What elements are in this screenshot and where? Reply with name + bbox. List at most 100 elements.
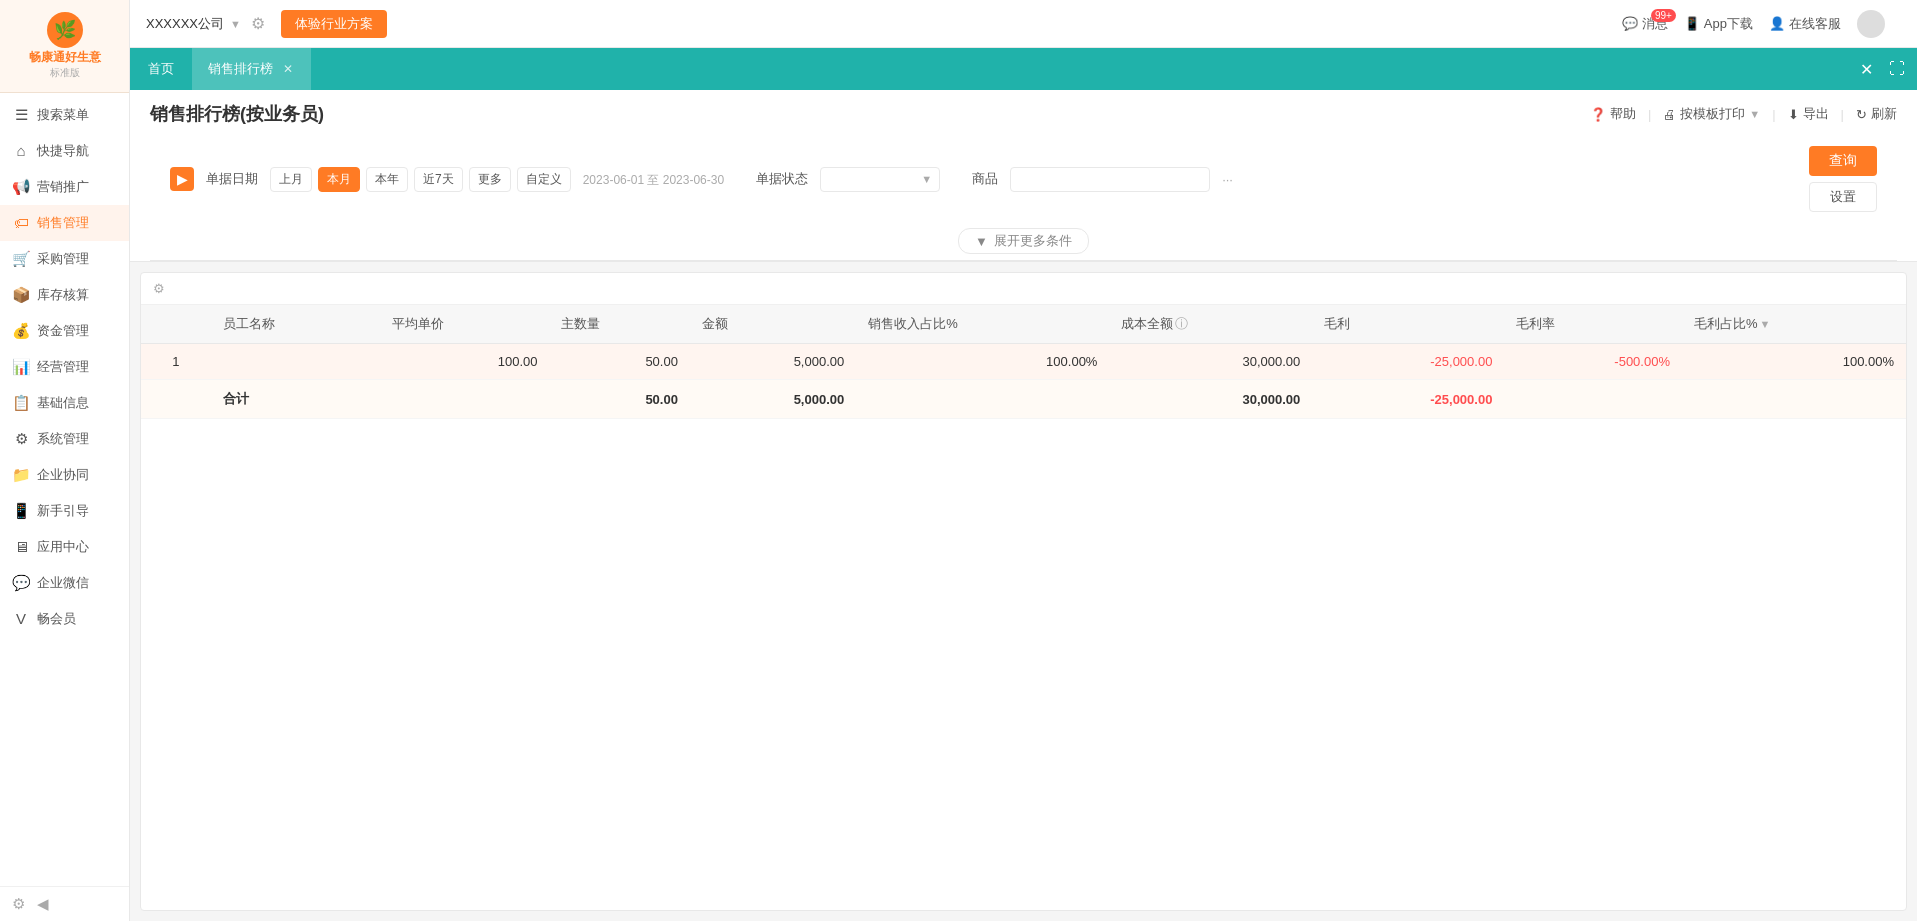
footer-td-2 xyxy=(380,380,549,419)
online-service-btn[interactable]: 👤 在线客服 xyxy=(1769,15,1841,33)
filter-settings-btn[interactable]: 设置 xyxy=(1809,182,1877,212)
gross-pct-filter-icon[interactable]: ▼ xyxy=(1760,318,1771,330)
sidebar-item-search[interactable]: ☰搜索菜单 xyxy=(0,97,129,133)
sidebar-icon-sales: 🏷 xyxy=(12,214,30,231)
sidebar-label-member: 畅会员 xyxy=(37,610,76,628)
sidebar-item-collab[interactable]: 📁企业协同 xyxy=(0,457,129,493)
company-name: XXXXXX公司 xyxy=(146,15,224,33)
sidebar-item-finance[interactable]: 💰资金管理 xyxy=(0,313,129,349)
tab-home[interactable]: 首页 xyxy=(130,48,192,90)
sidebar-item-marketing[interactable]: 📢营销推广 xyxy=(0,169,129,205)
tab-maximize-icon[interactable]: ⛶ xyxy=(1885,56,1909,82)
print-btn[interactable]: 🖨 按模板打印 ▼ xyxy=(1663,105,1760,123)
sidebar-label-finance: 资金管理 xyxy=(37,322,89,340)
date-btn-3[interactable]: 近7天 xyxy=(414,167,463,192)
th-amount: 金额 xyxy=(690,305,856,344)
help-btn[interactable]: ❓ 帮助 xyxy=(1590,105,1636,123)
sidebar-icon-member: V xyxy=(12,610,30,627)
tab-close-window-icon[interactable]: ✕ xyxy=(1856,56,1877,83)
td-cost_amount: 30,000.00 xyxy=(1109,344,1312,380)
sidebar-item-appstore[interactable]: 🖥应用中心 xyxy=(0,529,129,565)
expand-conditions-btn[interactable]: ▼ 展开更多条件 xyxy=(958,228,1089,254)
date-filter-group: 上月本月本年近7天更多自定义 xyxy=(270,167,571,192)
table-footer: 合计50.005,000.0030,000.00-25,000.00 xyxy=(141,380,1906,419)
tab-label: 销售排行榜 xyxy=(208,60,273,78)
sidebar-logo: 🌿 畅康通好生意 标准版 xyxy=(0,0,129,93)
trial-btn[interactable]: 体验行业方案 xyxy=(281,10,387,38)
refresh-label: 刷新 xyxy=(1871,105,1897,123)
td-gross_pct: 100.00% xyxy=(1682,344,1906,380)
filter-toggle-btn[interactable]: ▶ xyxy=(170,167,194,191)
print-label: 按模板打印 xyxy=(1680,105,1745,123)
message-btn[interactable]: 💬 消息 99+ xyxy=(1622,15,1668,33)
td-gross_rate: -500.00% xyxy=(1504,344,1682,380)
sidebar-item-sales[interactable]: 🏷 销售管理 xyxy=(0,205,129,241)
sidebar-icon-wechat: 💬 xyxy=(12,574,30,592)
settings-icon[interactable]: ⚙ xyxy=(12,895,25,913)
app-icon: 📱 xyxy=(1684,16,1700,31)
sidebar-item-guide[interactable]: 📱新手引导 xyxy=(0,493,129,529)
th-rank xyxy=(141,305,211,344)
date-btn-5[interactable]: 自定义 xyxy=(517,167,571,192)
goods-input[interactable] xyxy=(1010,167,1210,192)
page-header: 销售排行榜(按业务员) ❓ 帮助 | 🖨 按模板打印 ▼ | ⬇ xyxy=(130,90,1917,262)
tab-close-btn[interactable]: ✕ xyxy=(281,60,295,78)
status-select[interactable] xyxy=(820,167,940,192)
date-range: 2023-06-01 至 2023-06-30 xyxy=(583,172,724,189)
topbar-settings-icon[interactable]: ⚙ xyxy=(251,14,265,33)
sidebar-icon-inventory: 📦 xyxy=(12,286,30,304)
sidebar-icon-guide: 📱 xyxy=(12,502,30,520)
date-btn-1[interactable]: 本月 xyxy=(318,167,360,192)
table-footer-row: 合计50.005,000.0030,000.00-25,000.00 xyxy=(141,380,1906,419)
goods-filter-label: 商品 xyxy=(972,170,998,188)
th-cost_amount: 成本全额ⓘ xyxy=(1109,305,1312,344)
sidebar-icon-appstore: 🖥 xyxy=(12,538,30,555)
footer-td-3: 50.00 xyxy=(549,380,689,419)
company-arrow-icon: ▼ xyxy=(230,18,241,30)
sidebar-label-purchase: 采购管理 xyxy=(37,250,89,268)
sidebar-label-sales: 销售管理 xyxy=(37,214,89,232)
app-download-btn[interactable]: 📱 App下载 xyxy=(1684,15,1753,33)
main-area: XXXXXX公司 ▼ ⚙ 体验行业方案 💬 消息 99+ 📱 App下载 👤 在… xyxy=(130,0,1917,921)
sidebar-icon-system: ⚙ xyxy=(12,430,30,448)
service-label: 在线客服 xyxy=(1789,15,1841,33)
sidebar-icon-base: 📋 xyxy=(12,394,30,412)
sidebar-item-purchase[interactable]: 🛒采购管理 xyxy=(0,241,129,277)
date-btn-0[interactable]: 上月 xyxy=(270,167,312,192)
service-icon: 👤 xyxy=(1769,16,1785,31)
th-gross_rate: 毛利率 xyxy=(1504,305,1682,344)
sidebar: 🌿 畅康通好生意 标准版 ☰搜索菜单⌂快捷导航📢营销推广 🏷 销售管理 🛒采购管理📦库… xyxy=(0,0,130,921)
query-btn[interactable]: 查询 xyxy=(1809,146,1877,176)
sidebar-label-wechat: 企业微信 xyxy=(37,574,89,592)
sidebar-item-base[interactable]: 📋基础信息 xyxy=(0,385,129,421)
company-selector[interactable]: XXXXXX公司 ▼ xyxy=(146,15,241,33)
td-name xyxy=(211,344,380,380)
table-row: 1100.0050.005,000.00100.00%30,000.00-25,… xyxy=(141,344,1906,380)
sidebar-label-collab: 企业协同 xyxy=(37,466,89,484)
logo-title: 畅康通好生意 xyxy=(29,50,101,66)
sidebar-label-marketing: 营销推广 xyxy=(37,178,89,196)
sidebar-item-operation[interactable]: 📊经营管理 xyxy=(0,349,129,385)
footer-td-7: -25,000.00 xyxy=(1312,380,1504,419)
more-filter-icon[interactable]: ··· xyxy=(1222,172,1233,187)
sidebar-icon-quick-nav: ⌂ xyxy=(12,142,30,159)
sidebar-item-wechat[interactable]: 💬 企业微信 xyxy=(0,565,129,601)
sidebar-item-member[interactable]: V 畅会员 xyxy=(0,601,129,637)
sidebar-item-inventory[interactable]: 📦库存核算 xyxy=(0,277,129,313)
export-btn[interactable]: ⬇ 导出 xyxy=(1788,105,1829,123)
refresh-btn[interactable]: ↻ 刷新 xyxy=(1856,105,1897,123)
footer-td-5 xyxy=(856,380,1109,419)
sidebar-item-system[interactable]: ⚙ 系统管理 xyxy=(0,421,129,457)
cost-help-icon[interactable]: ⓘ xyxy=(1175,316,1188,331)
collapse-icon[interactable]: ◀ xyxy=(37,895,49,913)
user-avatar[interactable] xyxy=(1857,10,1885,38)
sidebar-label-system: 系统管理 xyxy=(37,430,89,448)
date-btn-2[interactable]: 本年 xyxy=(366,167,408,192)
table-settings-icon[interactable]: ⚙ xyxy=(153,281,165,296)
filter-bar: ▶ 单据日期 上月本月本年近7天更多自定义 2023-06-01 至 2023-… xyxy=(150,136,1897,222)
td-sales_pct: 100.00% xyxy=(856,344,1109,380)
sidebar-item-quick-nav[interactable]: ⌂快捷导航 xyxy=(0,133,129,169)
sidebar-menu: ☰搜索菜单⌂快捷导航📢营销推广 🏷 销售管理 🛒采购管理📦库存核算💰资金管理📊经营管理… xyxy=(0,93,129,886)
date-btn-4[interactable]: 更多 xyxy=(469,167,511,192)
tab-sales-ranking[interactable]: 销售排行榜 ✕ xyxy=(192,48,311,90)
